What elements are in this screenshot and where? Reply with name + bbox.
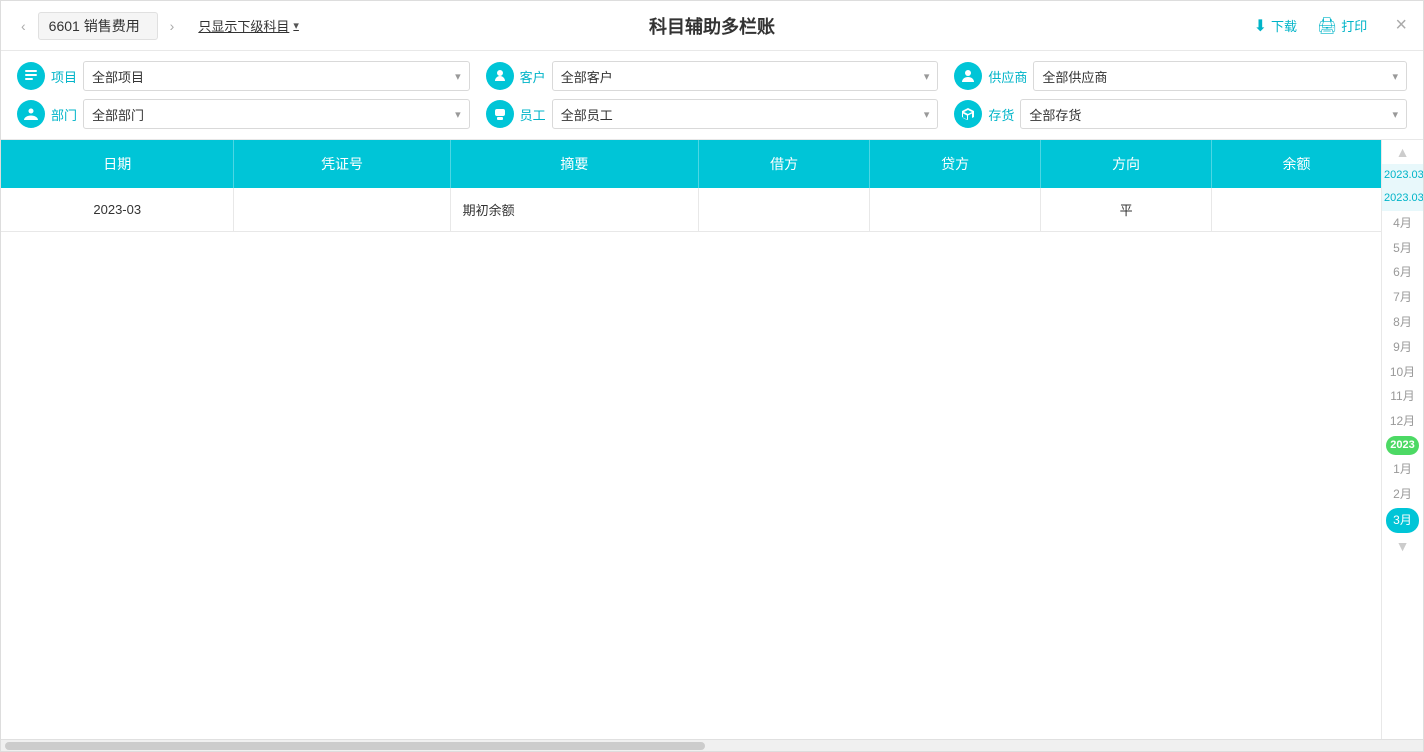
ledger-table: 日期 凭证号 摘要 借方 贷方 方向 余额 2023-03 期初余额 平 — [1, 140, 1381, 232]
filter-row-2: 部门 全部部门 ▾ 员工 全部员工 ▾ — [17, 99, 1407, 129]
show-sub-chevron: ▾ — [293, 19, 299, 32]
timeline-year-2023[interactable]: 2023 — [1386, 436, 1419, 455]
timeline-12[interactable]: 12月 — [1382, 409, 1423, 434]
inventory-label: 存货 — [988, 105, 1014, 124]
page-title: 科目辅助多栏账 — [649, 13, 775, 39]
employee-filter-item: 员工 全部员工 ▾ — [486, 99, 939, 129]
timeline-7[interactable]: 7月 — [1382, 285, 1423, 310]
filter-bar: 项目 全部项目 ▾ 客户 全部客户 ▾ — [1, 51, 1423, 140]
supplier-select-value: 全部供应商 — [1042, 67, 1107, 86]
customer-select[interactable]: 全部客户 ▾ — [552, 61, 939, 91]
timeline-2023-03-range-top[interactable]: 2023.03 — [1382, 164, 1423, 187]
titlebar: ‹ 6601 销售费用 › 只显示下级科目 ▾ 科目辅助多栏账 ⬇ 下载 🖨 打… — [1, 1, 1423, 51]
table-wrapper[interactable]: 日期 凭证号 摘要 借方 贷方 方向 余额 2023-03 期初余额 平 — [1, 140, 1381, 739]
table-cell-5: 平 — [1041, 188, 1212, 232]
table-row[interactable]: 2023-03 期初余额 平 — [1, 188, 1381, 232]
customer-label: 客户 — [520, 67, 546, 86]
filter-row-1: 项目 全部项目 ▾ 客户 全部客户 ▾ — [17, 61, 1407, 91]
table-cell-0: 2023-03 — [1, 188, 234, 232]
customer-select-value: 全部客户 — [561, 67, 613, 86]
employee-select[interactable]: 全部员工 ▾ — [552, 99, 939, 129]
timeline-2[interactable]: 2月 — [1382, 482, 1423, 507]
customer-filter-item: 客户 全部客户 ▾ — [486, 61, 939, 91]
dept-filter-item: 部门 全部部门 ▾ — [17, 99, 470, 129]
col-direction: 方向 — [1041, 140, 1212, 188]
inventory-chevron: ▾ — [1392, 108, 1398, 121]
table-cell-1 — [234, 188, 450, 232]
col-date: 日期 — [1, 140, 234, 188]
employee-label: 员工 — [520, 105, 546, 124]
inventory-filter-item: 存货 全部存货 ▾ — [954, 99, 1407, 129]
horizontal-scrollbar[interactable] — [1, 739, 1423, 751]
supplier-label: 供应商 — [988, 67, 1027, 86]
nav-prev-button[interactable]: ‹ — [17, 16, 30, 36]
dept-select[interactable]: 全部部门 ▾ — [83, 99, 470, 129]
h-scroll-thumb[interactable] — [5, 742, 705, 750]
col-summary: 摘要 — [450, 140, 698, 188]
col-voucher: 凭证号 — [234, 140, 450, 188]
print-label: 打印 — [1341, 16, 1367, 35]
timeline-8[interactable]: 8月 — [1382, 310, 1423, 335]
download-icon: ⬇ — [1254, 16, 1267, 36]
supplier-filter-item: 供应商 全部供应商 ▾ — [954, 61, 1407, 91]
close-button[interactable]: × — [1395, 14, 1407, 37]
col-debit: 借方 — [699, 140, 870, 188]
dept-chevron: ▾ — [455, 108, 461, 121]
dept-icon — [17, 100, 45, 128]
timeline-5[interactable]: 5月 — [1382, 236, 1423, 261]
side-timeline: ▲ 2023.03 2023.03 4月 5月 6月 7月 8月 9月 10月 … — [1381, 140, 1423, 739]
timeline-3-active[interactable]: 3月 — [1386, 508, 1419, 533]
download-label: 下载 — [1271, 16, 1297, 35]
col-balance: 余额 — [1212, 140, 1381, 188]
nav-next-button[interactable]: › — [166, 16, 179, 36]
col-credit: 贷方 — [870, 140, 1041, 188]
supplier-chevron: ▾ — [1392, 70, 1398, 83]
customer-icon — [486, 62, 514, 90]
project-select[interactable]: 全部项目 ▾ — [83, 61, 470, 91]
timeline-down-arrow[interactable]: ▼ — [1382, 534, 1423, 558]
project-label: 项目 — [51, 67, 77, 86]
show-sub-label: 只显示下级科目 — [198, 16, 289, 35]
dept-select-value: 全部部门 — [92, 105, 144, 124]
inventory-select[interactable]: 全部存货 ▾ — [1020, 99, 1407, 129]
inventory-icon — [954, 100, 982, 128]
inventory-select-value: 全部存货 — [1029, 105, 1081, 124]
table-cell-2: 期初余额 — [450, 188, 698, 232]
table-cell-3 — [699, 188, 870, 232]
employee-select-value: 全部员工 — [561, 105, 613, 124]
supplier-select[interactable]: 全部供应商 ▾ — [1033, 61, 1407, 91]
timeline-9[interactable]: 9月 — [1382, 335, 1423, 360]
main-window: ‹ 6601 销售费用 › 只显示下级科目 ▾ 科目辅助多栏账 ⬇ 下载 🖨 打… — [0, 0, 1424, 752]
project-select-value: 全部项目 — [92, 67, 144, 86]
timeline-2023-03-range-bottom[interactable]: 2023.03 — [1382, 187, 1423, 210]
employee-icon — [486, 100, 514, 128]
timeline-4[interactable]: 4月 — [1382, 211, 1423, 236]
employee-chevron: ▾ — [924, 108, 930, 121]
titlebar-actions: ⬇ 下载 🖨 打印 × — [1254, 14, 1407, 37]
table-header-row: 日期 凭证号 摘要 借方 贷方 方向 余额 — [1, 140, 1381, 188]
download-button[interactable]: ⬇ 下载 — [1254, 16, 1297, 36]
project-filter-item: 项目 全部项目 ▾ — [17, 61, 470, 91]
customer-chevron: ▾ — [924, 70, 930, 83]
print-icon: 🖨 — [1317, 16, 1337, 36]
timeline-10[interactable]: 10月 — [1382, 360, 1423, 385]
timeline-up-arrow[interactable]: ▲ — [1382, 140, 1423, 164]
titlebar-left: ‹ 6601 销售费用 › 只显示下级科目 ▾ — [17, 12, 299, 40]
table-cell-6 — [1212, 188, 1381, 232]
show-sub-toggle[interactable]: 只显示下级科目 ▾ — [198, 16, 299, 35]
timeline-1[interactable]: 1月 — [1382, 457, 1423, 482]
supplier-icon — [954, 62, 982, 90]
project-chevron: ▾ — [455, 70, 461, 83]
dept-label: 部门 — [51, 105, 77, 124]
timeline-11[interactable]: 11月 — [1382, 384, 1423, 409]
table-container: 日期 凭证号 摘要 借方 贷方 方向 余额 2023-03 期初余额 平 ▲ 202… — [1, 140, 1423, 739]
timeline-6[interactable]: 6月 — [1382, 260, 1423, 285]
project-icon — [17, 62, 45, 90]
table-cell-4 — [870, 188, 1041, 232]
account-code-display[interactable]: 6601 销售费用 — [38, 12, 158, 40]
print-button[interactable]: 🖨 打印 — [1317, 16, 1367, 36]
